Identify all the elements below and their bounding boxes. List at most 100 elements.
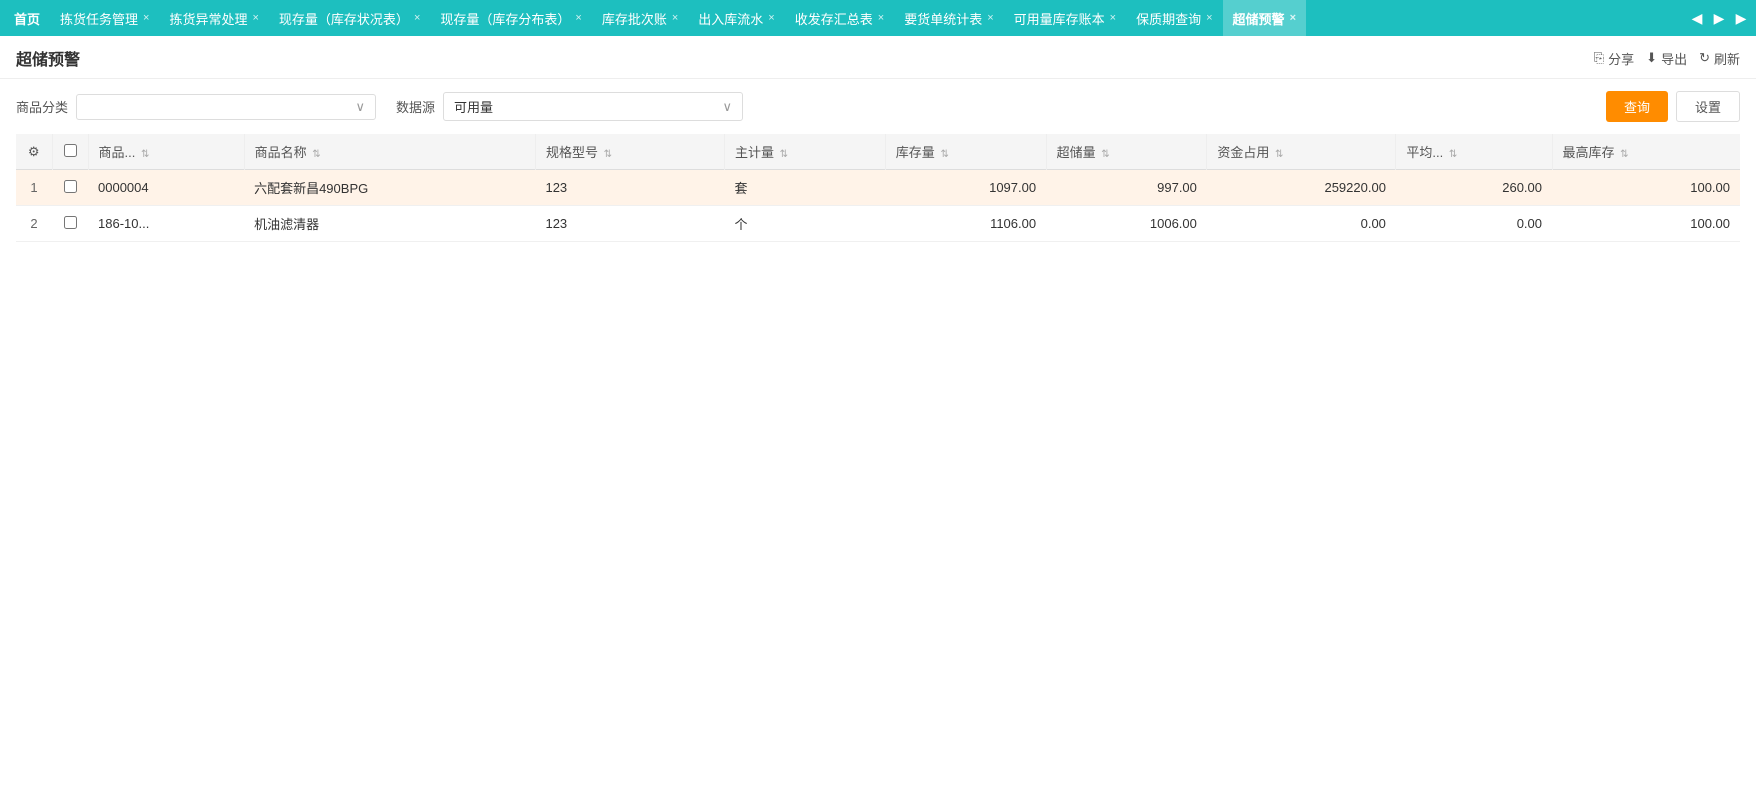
row-checkbox-1[interactable] (64, 216, 77, 229)
close-stock-status-icon[interactable]: × (414, 12, 420, 24)
select-all-checkbox[interactable] (64, 144, 77, 157)
gear-icon: ⚙ (28, 144, 40, 159)
cell-spec-1: 123 (535, 206, 724, 242)
cell-product-name-0: 六配套新昌490BPG (244, 170, 535, 206)
cell-capital-1: 0.00 (1207, 206, 1396, 242)
close-task-icon[interactable]: × (143, 12, 149, 24)
close-summary-icon[interactable]: × (878, 12, 884, 24)
table-row: 2 186-10... 机油滤清器 123 个 1106.00 1006.00 … (16, 206, 1740, 242)
close-flow-icon[interactable]: × (768, 12, 774, 24)
sort-unit-icon: ⇅ (780, 149, 788, 160)
refresh-action[interactable]: ↻ 刷新 (1699, 49, 1740, 68)
close-stock-dist-icon[interactable]: × (575, 12, 581, 24)
nav-order-stat[interactable]: 要货单统计表 × (894, 0, 1003, 36)
table-body: 1 0000004 六配套新昌490BPG 123 套 1097.00 997.… (16, 170, 1740, 242)
cell-product-code-1: 186-10... (88, 206, 244, 242)
sort-product-name-icon: ⇅ (312, 149, 320, 160)
header-actions: ⎘ 分享 ⬇ 导出 ↻ 刷新 (1594, 49, 1740, 68)
nav-stock-status[interactable]: 现存量（库存状况表） × (269, 0, 430, 36)
cell-max-stock-1: 100.00 (1552, 206, 1740, 242)
topbar-prev-arrow[interactable]: ◀ (1686, 0, 1708, 36)
topbar-expand-arrow[interactable]: ▶ (1730, 0, 1752, 36)
col-unit[interactable]: 主计量 ⇅ (725, 134, 886, 170)
nav-avail-book[interactable]: 可用量库存账本 × (1004, 0, 1126, 36)
refresh-icon: ↻ (1699, 50, 1710, 66)
cell-over-stock-1: 1006.00 (1046, 206, 1207, 242)
cell-over-stock-0: 997.00 (1046, 170, 1207, 206)
page-title: 超储预警 (16, 46, 80, 70)
nav-stock-dist[interactable]: 现存量（库存分布表） × (430, 0, 591, 36)
datasource-filter-group: 数据源 可用量 ∨ (396, 92, 743, 121)
close-order-stat-icon[interactable]: × (987, 12, 993, 24)
col-stock[interactable]: 库存量 ⇅ (885, 134, 1046, 170)
cell-stock-0: 1097.00 (885, 170, 1046, 206)
share-icon: ⎘ (1594, 50, 1604, 66)
col-check[interactable] (52, 134, 88, 170)
cell-row-num-0: 1 (16, 170, 52, 206)
close-avail-book-icon[interactable]: × (1110, 12, 1116, 24)
cell-product-name-1: 机油滤清器 (244, 206, 535, 242)
category-select[interactable]: ∨ (76, 94, 376, 120)
col-over-stock[interactable]: 超储量 ⇅ (1046, 134, 1207, 170)
page-header: 超储预警 ⎘ 分享 ⬇ 导出 ↻ 刷新 (0, 36, 1756, 79)
datasource-select[interactable]: 可用量 ∨ (443, 92, 743, 121)
filter-area: 商品分类 ∨ 数据源 可用量 ∨ 查询 设置 (0, 79, 1756, 134)
datasource-value: 可用量 (454, 97, 493, 116)
nav-over-stock[interactable]: 超储预警 × (1223, 0, 1306, 36)
cell-product-code-0: 0000004 (88, 170, 244, 206)
sort-over-stock-icon: ⇅ (1101, 149, 1109, 160)
nav-home[interactable]: 首页 (4, 0, 50, 36)
row-checkbox-0[interactable] (64, 180, 77, 193)
cell-stock-1: 1106.00 (885, 206, 1046, 242)
category-filter-group: 商品分类 ∨ (16, 94, 376, 120)
nav-task[interactable]: 拣货任务管理 × (50, 0, 159, 36)
sort-avg-icon: ⇅ (1449, 149, 1457, 160)
cell-avg-0: 260.00 (1396, 170, 1552, 206)
nav-batch[interactable]: 库存批次账 × (592, 0, 688, 36)
nav-summary[interactable]: 收发存汇总表 × (785, 0, 894, 36)
export-icon: ⬇ (1646, 50, 1657, 66)
col-capital[interactable]: 资金占用 ⇅ (1207, 134, 1396, 170)
close-over-stock-icon[interactable]: × (1290, 12, 1296, 24)
topbar: 首页 拣货任务管理 × 拣货异常处理 × 现存量（库存状况表） × 现存量（库存… (0, 0, 1756, 36)
col-product-name[interactable]: 商品名称 ⇅ (244, 134, 535, 170)
table-row: 1 0000004 六配套新昌490BPG 123 套 1097.00 997.… (16, 170, 1740, 206)
close-exception-icon[interactable]: × (252, 12, 258, 24)
category-chevron-icon: ∨ (356, 99, 366, 115)
cell-spec-0: 123 (535, 170, 724, 206)
main-table: ⚙ 商品... ⇅ 商品名称 ⇅ 规格型号 ⇅ 主计量 (16, 134, 1740, 242)
cell-check-0[interactable] (52, 170, 88, 206)
datasource-chevron-icon: ∨ (723, 99, 733, 115)
cell-unit-1: 个 (725, 206, 886, 242)
export-action[interactable]: ⬇ 导出 (1646, 49, 1687, 68)
cell-avg-1: 0.00 (1396, 206, 1552, 242)
cell-max-stock-0: 100.00 (1552, 170, 1740, 206)
close-expiry-icon[interactable]: × (1206, 12, 1212, 24)
query-button[interactable]: 查询 (1606, 91, 1668, 122)
cell-unit-0: 套 (725, 170, 886, 206)
cell-row-num-1: 2 (16, 206, 52, 242)
nav-exception[interactable]: 拣货异常处理 × (159, 0, 268, 36)
share-action[interactable]: ⎘ 分享 (1594, 49, 1634, 68)
close-batch-icon[interactable]: × (672, 12, 678, 24)
nav-flow[interactable]: 出入库流水 × (688, 0, 784, 36)
topbar-right: ◀ ▶ ▶ (1686, 0, 1752, 36)
cell-capital-0: 259220.00 (1207, 170, 1396, 206)
sort-product-code-icon: ⇅ (141, 149, 149, 160)
category-label: 商品分类 (16, 97, 68, 116)
table-header-row: ⚙ 商品... ⇅ 商品名称 ⇅ 规格型号 ⇅ 主计量 (16, 134, 1740, 170)
col-product-code[interactable]: 商品... ⇅ (88, 134, 244, 170)
col-avg[interactable]: 平均... ⇅ (1396, 134, 1552, 170)
sort-max-stock-icon: ⇅ (1620, 149, 1628, 160)
nav-expiry[interactable]: 保质期查询 × (1126, 0, 1222, 36)
sort-capital-icon: ⇅ (1275, 149, 1283, 160)
col-max-stock[interactable]: 最高库存 ⇅ (1552, 134, 1740, 170)
topbar-next-arrow[interactable]: ▶ (1708, 0, 1730, 36)
cell-check-1[interactable] (52, 206, 88, 242)
col-gear[interactable]: ⚙ (16, 134, 52, 170)
datasource-label: 数据源 (396, 97, 435, 116)
sort-spec-icon: ⇅ (604, 149, 612, 160)
table-container: ⚙ 商品... ⇅ 商品名称 ⇅ 规格型号 ⇅ 主计量 (0, 134, 1756, 242)
setting-button[interactable]: 设置 (1676, 91, 1740, 122)
col-spec[interactable]: 规格型号 ⇅ (535, 134, 724, 170)
